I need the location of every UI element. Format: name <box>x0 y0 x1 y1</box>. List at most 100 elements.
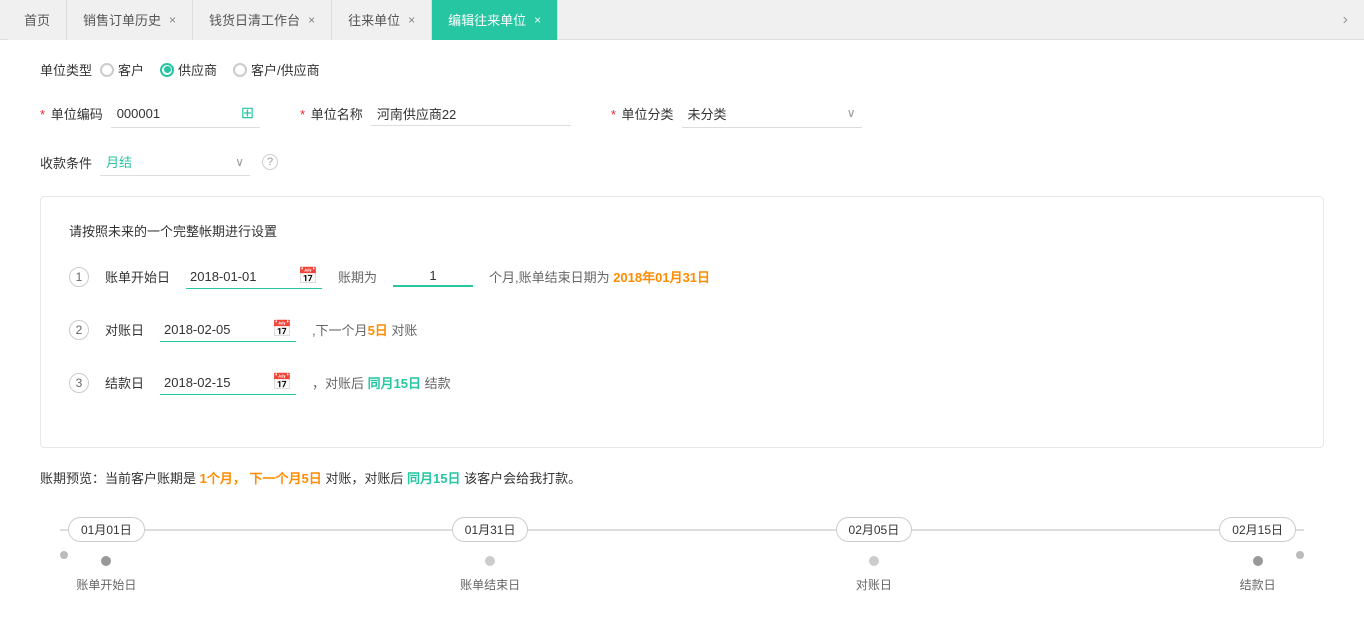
unit-code-label: * 单位编码 <box>40 104 103 123</box>
node-dot-2 <box>485 556 495 566</box>
tab-sales-history-label: 销售订单历史 <box>83 10 161 29</box>
unit-category-label: * 单位分类 <box>611 104 674 123</box>
radio-both[interactable]: 客户/供应商 <box>233 60 320 79</box>
preview-part4: 同月15日 <box>407 471 460 486</box>
node-badge-1: 01月01日 <box>68 517 145 542</box>
tab-partner-label: 往来单位 <box>348 10 400 29</box>
preview-part5: 该客户会给我打款。 <box>464 471 581 486</box>
unit-category-value: 未分类 <box>688 104 843 123</box>
node-badge-3: 02月05日 <box>836 517 913 542</box>
node-dot-4 <box>1253 556 1263 566</box>
payment-terms-row: 收款条件 月结 ∨ ? <box>40 148 1324 176</box>
radio-supplier-label: 供应商 <box>178 60 217 79</box>
radio-customer[interactable]: 客户 <box>100 60 144 79</box>
period-row-1: 1 账单开始日 📅 账期为 个月,账单结束日期为 2018年01月31日 <box>69 264 1295 289</box>
tab-cashier[interactable]: 钱货日清工作台 × <box>193 0 332 40</box>
timeline-node-3: 02月05日 对账日 <box>836 517 913 593</box>
payment-terms-select[interactable]: 月结 ∨ <box>100 148 250 176</box>
unit-code-input[interactable] <box>117 106 237 121</box>
radio-supplier[interactable]: 供应商 <box>160 60 217 79</box>
period-desc-after-1: 个月,账单结束日期为 2018年01月31日 <box>489 267 710 286</box>
radio-circle-supplier <box>160 63 174 77</box>
timeline-right-dot <box>1296 551 1304 559</box>
period-end-date: 2018年01月31日 <box>613 270 710 285</box>
preview-label: 账期预览：当前客户账期是 <box>40 471 196 486</box>
required-star3: * <box>611 107 616 122</box>
period-num-1: 1 <box>69 267 89 287</box>
tab-home[interactable]: 首页 <box>8 0 67 40</box>
node-badge-2: 01月31日 <box>452 517 529 542</box>
preview-part2: 下一个月5日 <box>250 471 322 486</box>
unit-name-label: * 单位名称 <box>300 104 363 123</box>
timeline-node-2: 01月31日 账单结束日 <box>452 517 529 593</box>
timeline-node-1: 01月01日 账单开始日 <box>68 517 145 593</box>
period-label-settle: 结款日 <box>105 373 144 392</box>
close-icon[interactable]: × <box>534 13 541 27</box>
unit-category-item: * 单位分类 未分类 ∨ <box>611 100 862 128</box>
unit-type-row: 单位类型 客户 供应商 客户/供应商 <box>40 60 1324 79</box>
period-settings-box: 请按照未来的一个完整帐期进行设置 1 账单开始日 📅 账期为 个月,账单结束日期… <box>40 196 1324 448</box>
period-row-2: 2 对账日 📅 ,下一个月5日 对账 <box>69 317 1295 342</box>
node-dot-3 <box>869 556 879 566</box>
preview-section: 账期预览：当前客户账期是 1个月， 下一个月5日 对账，对账后 同月15日 该客… <box>40 468 1324 623</box>
unit-name-input[interactable] <box>371 102 571 126</box>
help-icon[interactable]: ? <box>262 154 278 170</box>
period-date-reconcile-input[interactable] <box>164 322 264 337</box>
radio-circle-both <box>233 63 247 77</box>
period-row-3: 3 结款日 📅 ，对账后 同月15日 结款 <box>69 370 1295 395</box>
radio-customer-label: 客户 <box>118 60 144 79</box>
period-months-input[interactable] <box>393 266 473 287</box>
close-icon[interactable]: × <box>169 13 176 27</box>
calendar-icon-1[interactable]: 📅 <box>298 266 318 286</box>
settle-highlight: 同月15日 <box>368 376 421 391</box>
node-label-1: 账单开始日 <box>76 576 136 593</box>
period-num-3: 3 <box>69 373 89 393</box>
payment-terms-value: 月结 <box>106 152 231 171</box>
chevron-down-icon2: ∨ <box>235 155 244 169</box>
timeline: 01月01日 账单开始日 01月31日 账单结束日 02月05日 对账日 02月… <box>40 507 1324 603</box>
timeline-left-dot <box>60 551 68 559</box>
calendar-icon-2[interactable]: 📅 <box>272 319 292 339</box>
tab-cashier-label: 钱货日清工作台 <box>209 10 300 29</box>
expand-icon[interactable]: › <box>1335 11 1356 29</box>
period-date-settle-input[interactable] <box>164 375 264 390</box>
required-star2: * <box>300 107 305 122</box>
unit-category-select[interactable]: 未分类 ∨ <box>682 100 862 128</box>
preview-text: 账期预览：当前客户账期是 1个月， 下一个月5日 对账，对账后 同月15日 该客… <box>40 468 1324 487</box>
period-date-start-input[interactable] <box>190 269 290 284</box>
calendar-icon-3[interactable]: 📅 <box>272 372 292 392</box>
period-num-2: 2 <box>69 320 89 340</box>
node-label-2: 账单结束日 <box>460 576 520 593</box>
tab-sales-history[interactable]: 销售订单历史 × <box>67 0 193 40</box>
unit-info-row: * 单位编码 ⊞ * 单位名称 * 单位分类 未分类 ∨ <box>40 99 1324 128</box>
reconcile-highlight: 5日 <box>368 323 388 338</box>
period-label-start: 账单开始日 <box>105 267 170 286</box>
preview-part3: 对账，对账后 <box>325 471 403 486</box>
tab-edit-partner-label: 编辑往来单位 <box>448 10 526 29</box>
chevron-down-icon: ∨ <box>847 106 856 120</box>
payment-terms-item: 收款条件 月结 ∨ ? <box>40 148 278 176</box>
period-date-start: 📅 <box>186 264 322 289</box>
period-label-reconcile: 对账日 <box>105 320 144 339</box>
timeline-nodes: 01月01日 账单开始日 01月31日 账单结束日 02月05日 对账日 02月… <box>68 517 1296 593</box>
close-icon[interactable]: × <box>308 13 315 27</box>
main-content: 单位类型 客户 供应商 客户/供应商 * 单位编码 <box>0 40 1364 643</box>
copy-icon[interactable]: ⊞ <box>241 103 254 123</box>
tab-partner[interactable]: 往来单位 × <box>332 0 432 40</box>
period-desc-reconcile: ,下一个月5日 对账 <box>312 320 417 339</box>
tab-bar: 首页 销售订单历史 × 钱货日清工作台 × 往来单位 × 编辑往来单位 × › <box>0 0 1364 40</box>
unit-name-item: * 单位名称 <box>300 102 571 126</box>
payment-terms-label: 收款条件 <box>40 153 92 172</box>
radio-group: 客户 供应商 客户/供应商 <box>100 60 320 79</box>
node-label-4: 结款日 <box>1240 576 1276 593</box>
preview-part1: 1个月， <box>200 471 246 486</box>
tab-edit-partner[interactable]: 编辑往来单位 × <box>432 0 558 40</box>
node-badge-4: 02月15日 <box>1219 517 1296 542</box>
close-icon[interactable]: × <box>408 13 415 27</box>
tab-home-label: 首页 <box>24 10 50 29</box>
unit-type-label: 单位类型 <box>40 60 92 79</box>
node-label-3: 对账日 <box>856 576 892 593</box>
radio-circle-customer <box>100 63 114 77</box>
required-star: * <box>40 107 45 122</box>
radio-both-label: 客户/供应商 <box>251 60 320 79</box>
